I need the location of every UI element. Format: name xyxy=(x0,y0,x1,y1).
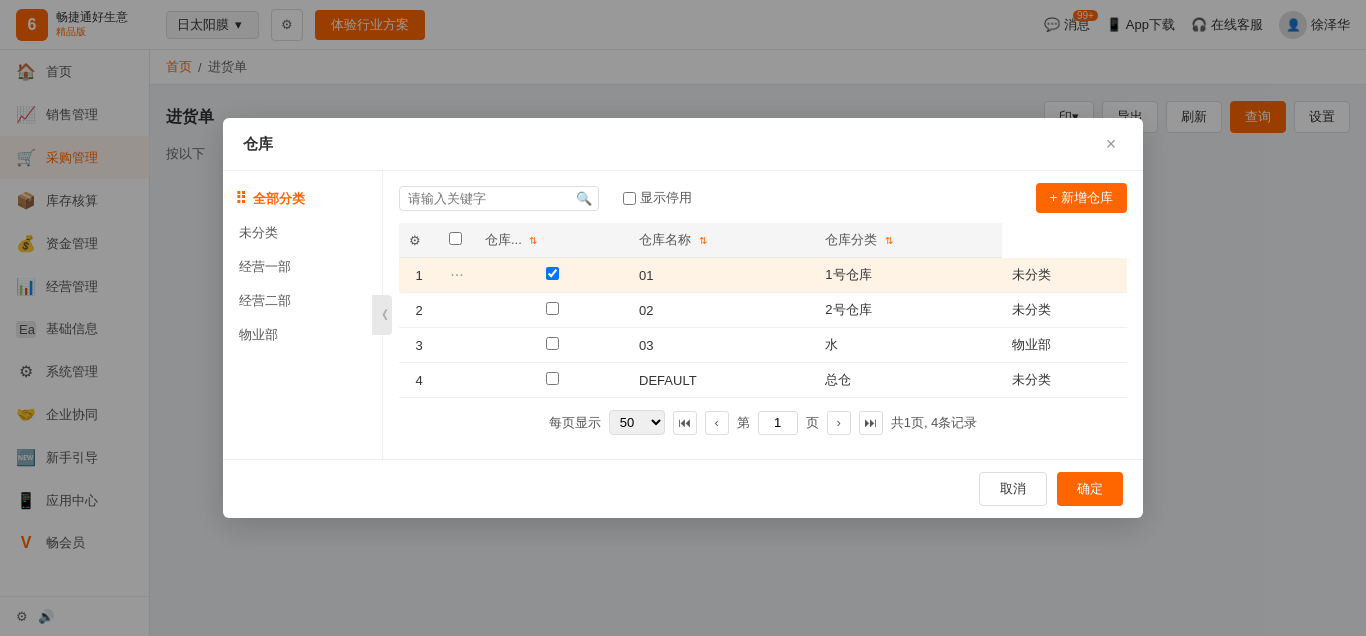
row-code: DEFAULT xyxy=(629,363,815,398)
last-page-button[interactable]: ⏭ xyxy=(859,411,883,435)
row-select-checkbox[interactable] xyxy=(546,267,559,280)
more-dots-icon[interactable]: ··· xyxy=(450,266,463,283)
category-item-dept2[interactable]: 经营二部 xyxy=(223,284,382,318)
new-warehouse-button[interactable]: + 新增仓库 xyxy=(1036,183,1127,213)
table-body: 1 ··· 01 1号仓库 未分类 2 02 2号仓库 未分类 3 xyxy=(399,258,1127,398)
row-number: 2 xyxy=(399,293,439,328)
row-more[interactable] xyxy=(439,293,475,328)
next-page-button[interactable]: › xyxy=(827,411,851,435)
search-area: 🔍 显示停用 xyxy=(399,186,692,211)
page-prefix-label: 第 xyxy=(737,414,750,432)
row-checkbox[interactable] xyxy=(475,258,629,293)
dialog-overlay: 仓库 × ⠿ 全部分类 未分类 经营一部 经营二部 xyxy=(0,0,1366,636)
th-name[interactable]: 仓库名称 ⇅ xyxy=(629,223,815,258)
row-category: 未分类 xyxy=(1002,293,1127,328)
per-page-select[interactable]: 50 10 20 100 xyxy=(609,410,665,435)
table-toolbar: 🔍 显示停用 + 新增仓库 xyxy=(399,183,1127,213)
first-page-button[interactable]: ⏮ xyxy=(673,411,697,435)
row-more[interactable] xyxy=(439,363,475,398)
table-row[interactable]: 2 02 2号仓库 未分类 xyxy=(399,293,1127,328)
category-all[interactable]: ⠿ 全部分类 xyxy=(223,181,382,216)
pagination: 每页显示 50 10 20 100 ⏮ ‹ 第 页 › ⏭ 共1页, 4条记录 xyxy=(399,398,1127,447)
category-label-1: 经营一部 xyxy=(239,259,291,274)
dialog-footer: 取消 确定 xyxy=(223,459,1143,518)
category-item-dept1[interactable]: 经营一部 xyxy=(223,250,382,284)
th-category[interactable]: 仓库分类 ⇅ xyxy=(815,223,1001,258)
row-code: 03 xyxy=(629,328,815,363)
search-box: 🔍 xyxy=(399,186,599,211)
sort-icon-category: ⇅ xyxy=(885,235,893,246)
show-disabled-checkbox[interactable]: 显示停用 xyxy=(623,189,692,207)
row-name: 总仓 xyxy=(815,363,1001,398)
dialog-close-button[interactable]: × xyxy=(1099,132,1123,156)
table-container: ⚙ 仓库... ⇅ 仓库名称 ⇅ xyxy=(399,223,1127,398)
sort-icon-name: ⇅ xyxy=(699,235,707,246)
row-name: 水 xyxy=(815,328,1001,363)
row-checkbox[interactable] xyxy=(475,363,629,398)
dialog-title: 仓库 xyxy=(243,135,273,154)
category-dots-icon: ⠿ xyxy=(235,189,247,208)
sort-icon-code: ⇅ xyxy=(529,235,537,246)
confirm-button[interactable]: 确定 xyxy=(1057,472,1123,506)
th-checkbox[interactable] xyxy=(439,223,475,258)
th-category-label: 仓库分类 xyxy=(825,232,877,247)
show-disabled-label: 显示停用 xyxy=(640,189,692,207)
search-input[interactable] xyxy=(408,191,576,206)
row-more[interactable]: ··· xyxy=(439,258,475,293)
row-category: 未分类 xyxy=(1002,258,1127,293)
row-name: 1号仓库 xyxy=(815,258,1001,293)
cancel-button[interactable]: 取消 xyxy=(979,472,1047,506)
row-checkbox[interactable] xyxy=(475,293,629,328)
table-panel: 🔍 显示停用 + 新增仓库 ⚙ xyxy=(383,171,1143,459)
category-item-uncategorized[interactable]: 未分类 xyxy=(223,216,382,250)
row-select-checkbox[interactable] xyxy=(546,337,559,350)
row-number: 3 xyxy=(399,328,439,363)
dialog-body: ⠿ 全部分类 未分类 经营一部 经营二部 物业部 《 xyxy=(223,171,1143,459)
select-all-checkbox[interactable] xyxy=(449,232,462,245)
row-more[interactable] xyxy=(439,328,475,363)
row-category: 未分类 xyxy=(1002,363,1127,398)
category-label-3: 物业部 xyxy=(239,327,278,342)
warehouse-table: ⚙ 仓库... ⇅ 仓库名称 ⇅ xyxy=(399,223,1127,398)
th-code[interactable]: 仓库... ⇅ xyxy=(475,223,629,258)
row-code: 01 xyxy=(629,258,815,293)
table-row[interactable]: 4 DEFAULT 总仓 未分类 xyxy=(399,363,1127,398)
row-category: 物业部 xyxy=(1002,328,1127,363)
category-all-label: 全部分类 xyxy=(253,190,305,208)
page-number-input[interactable] xyxy=(758,411,798,435)
warehouse-dialog: 仓库 × ⠿ 全部分类 未分类 经营一部 经营二部 xyxy=(223,118,1143,518)
row-select-checkbox[interactable] xyxy=(546,302,559,315)
per-page-label: 每页显示 xyxy=(549,414,601,432)
category-label-0: 未分类 xyxy=(239,225,278,240)
row-code: 02 xyxy=(629,293,815,328)
table-header: ⚙ 仓库... ⇅ 仓库名称 ⇅ xyxy=(399,223,1127,258)
row-checkbox[interactable] xyxy=(475,328,629,363)
category-item-property[interactable]: 物业部 xyxy=(223,318,382,352)
page-suffix-label: 页 xyxy=(806,414,819,432)
total-info: 共1页, 4条记录 xyxy=(891,414,978,432)
show-disabled-toggle[interactable] xyxy=(623,192,636,205)
category-collapse-button[interactable]: 《 xyxy=(372,295,392,335)
th-gear[interactable]: ⚙ xyxy=(399,223,439,258)
table-row[interactable]: 1 ··· 01 1号仓库 未分类 xyxy=(399,258,1127,293)
th-name-label: 仓库名称 xyxy=(639,232,691,247)
row-name: 2号仓库 xyxy=(815,293,1001,328)
row-number: 1 xyxy=(399,258,439,293)
prev-page-button[interactable]: ‹ xyxy=(705,411,729,435)
table-row[interactable]: 3 03 水 物业部 xyxy=(399,328,1127,363)
category-label-2: 经营二部 xyxy=(239,293,291,308)
category-panel: ⠿ 全部分类 未分类 经营一部 经营二部 物业部 《 xyxy=(223,171,383,459)
search-icon[interactable]: 🔍 xyxy=(576,191,592,206)
th-code-label: 仓库... xyxy=(485,232,522,247)
dialog-header: 仓库 × xyxy=(223,118,1143,171)
row-select-checkbox[interactable] xyxy=(546,372,559,385)
row-number: 4 xyxy=(399,363,439,398)
